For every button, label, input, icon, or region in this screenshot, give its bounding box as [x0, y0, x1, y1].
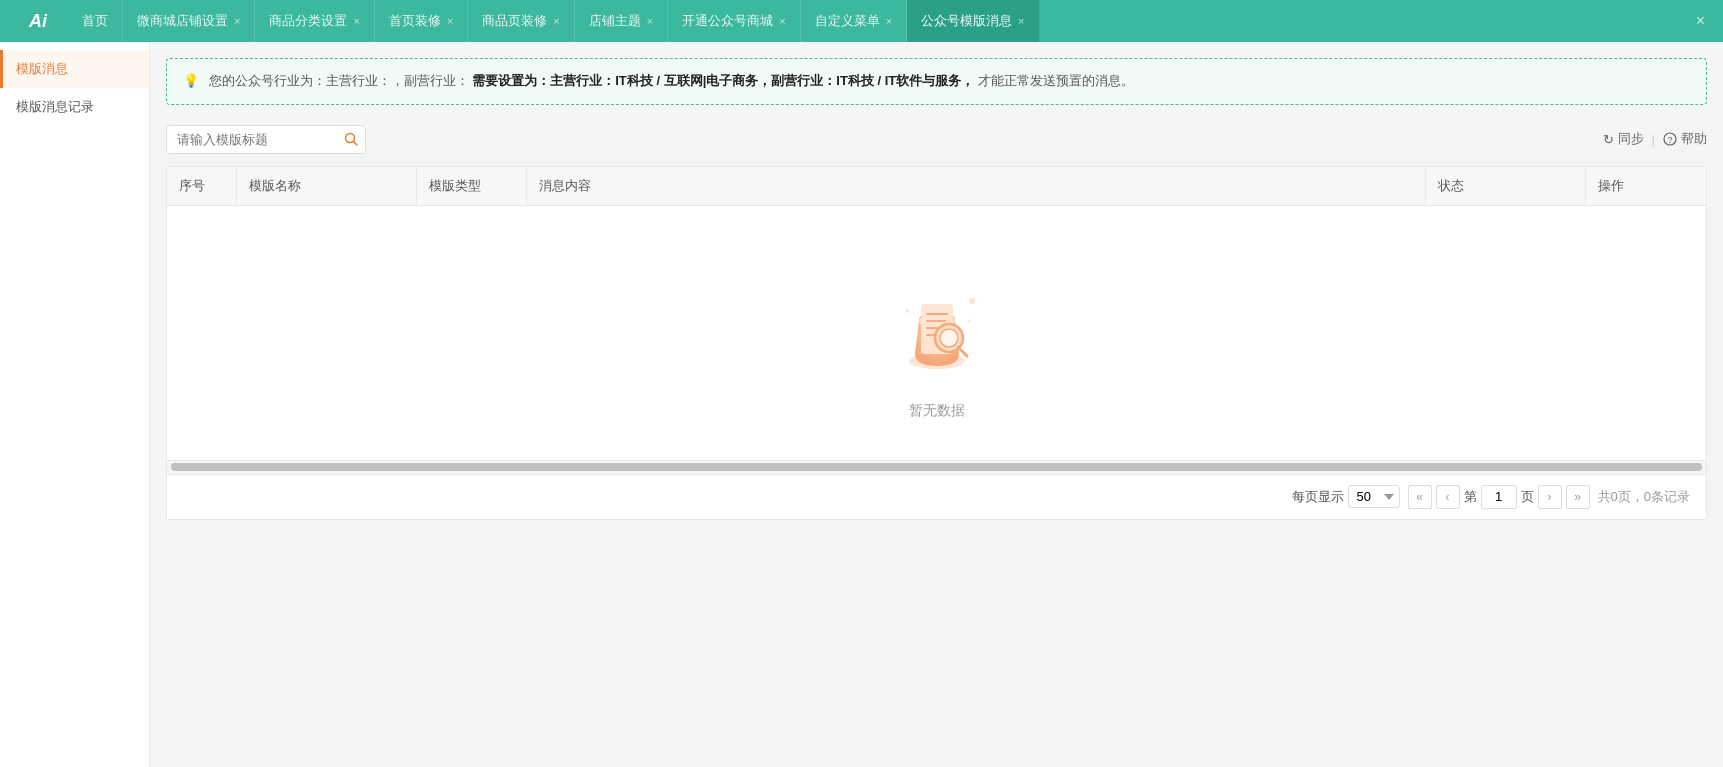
page-nav: « ‹ 第 页 › » — [1408, 485, 1590, 509]
main-layout: 模版消息模版消息记录 💡 您的公众号行业为：主营行业：，副营行业： 需要设置为：… — [0, 42, 1723, 767]
table-col-模版名称: 模版名称 — [237, 167, 417, 205]
table-col-序号: 序号 — [167, 167, 237, 205]
search-input-wrap — [166, 125, 366, 154]
first-page-button[interactable]: « — [1408, 485, 1432, 509]
notice-box: 💡 您的公众号行业为：主营行业：，副营行业： 需要设置为：主营行业：IT科技 /… — [166, 58, 1707, 105]
next-page-button[interactable]: › — [1538, 485, 1562, 509]
notice-suffix: 才能正常发送预置的消息。 — [978, 73, 1134, 88]
help-icon: ? — [1663, 132, 1677, 146]
scrollbar-thumb[interactable] — [171, 463, 1702, 471]
toolbar-divider: | — [1652, 132, 1655, 147]
svg-point-17 — [967, 319, 971, 323]
tab-close-自定义菜单[interactable]: × — [886, 15, 892, 27]
tab-close-店铺主题[interactable]: × — [647, 15, 653, 27]
sidebar: 模版消息模版消息记录 — [0, 42, 150, 767]
table-col-状态: 状态 — [1426, 167, 1586, 205]
main-content: 💡 您的公众号行业为：主营行业：，副营行业： 需要设置为：主营行业：IT科技 /… — [150, 42, 1723, 767]
sync-button[interactable]: ↻ 同步 — [1603, 130, 1644, 148]
sync-label: 同步 — [1618, 130, 1644, 148]
page-suffix: 页 — [1521, 488, 1534, 506]
logo: Ai — [8, 0, 68, 42]
table-header: 序号模版名称模版类型消息内容状态操作 — [167, 167, 1706, 206]
nav-tab-公众号模版消息[interactable]: 公众号模版消息× — [907, 0, 1039, 42]
svg-line-14 — [958, 347, 967, 356]
tab-close-公众号模版消息[interactable]: × — [1018, 15, 1024, 27]
table-wrap: 序号模版名称模版类型消息内容状态操作 — [166, 166, 1707, 520]
nav-tab-首页[interactable]: 首页 — [68, 0, 123, 42]
nav-tab-商品分类设置[interactable]: 商品分类设置× — [255, 0, 374, 42]
nav-tabs: 首页微商城店铺设置×商品分类设置×首页装修×商品页装修×店铺主题×开通公众号商城… — [68, 0, 1686, 42]
close-all-button[interactable]: × — [1686, 12, 1715, 30]
total-info: 共0页，0条记录 — [1598, 488, 1690, 506]
search-left — [166, 125, 366, 154]
notice-prefix: 您的公众号行业为：主营行业：，副营行业： — [209, 73, 469, 88]
scrollbar-row[interactable] — [167, 460, 1706, 474]
page-label: 第 — [1464, 488, 1477, 506]
svg-point-15 — [969, 298, 975, 304]
page-size-select: 每页显示 102050100 — [1292, 485, 1400, 508]
svg-text:?: ? — [1667, 135, 1672, 145]
pagination: 每页显示 102050100 « ‹ 第 页 › » 共0页，0条记录 — [167, 474, 1706, 519]
tab-close-开通公众号商城[interactable]: × — [779, 15, 785, 27]
nav-tab-商品页装修[interactable]: 商品页装修× — [468, 0, 574, 42]
tab-close-首页装修[interactable]: × — [447, 15, 453, 27]
empty-text: 暂无数据 — [909, 402, 965, 420]
tab-close-商品分类设置[interactable]: × — [353, 15, 359, 27]
table-col-消息内容: 消息内容 — [527, 167, 1426, 205]
search-icon — [344, 132, 358, 146]
nav-tab-首页装修[interactable]: 首页装修× — [375, 0, 468, 42]
svg-point-16 — [905, 309, 909, 313]
scrollbar-track[interactable] — [171, 463, 1702, 471]
notice-highlight: 需要设置为：主营行业：IT科技 / 互联网|电子商务，副营行业：IT科技 / I… — [472, 73, 974, 88]
search-button[interactable] — [344, 132, 358, 146]
prev-page-button[interactable]: ‹ — [1436, 485, 1460, 509]
search-bar: ↻ 同步 | ? 帮助 — [166, 125, 1707, 154]
svg-line-1 — [354, 142, 358, 146]
nav-tab-店铺主题[interactable]: 店铺主题× — [575, 0, 668, 42]
sync-icon: ↻ — [1603, 132, 1614, 147]
page-size-label: 每页显示 — [1292, 488, 1344, 506]
help-label: 帮助 — [1681, 130, 1707, 148]
page-size-dropdown[interactable]: 102050100 — [1348, 485, 1400, 508]
page-input[interactable] — [1481, 485, 1517, 509]
empty-icon — [877, 266, 997, 386]
search-right: ↻ 同步 | ? 帮助 — [1603, 130, 1707, 148]
notice-icon: 💡 — [183, 73, 199, 88]
nav-tab-自定义菜单[interactable]: 自定义菜单× — [801, 0, 907, 42]
nav-tab-开通公众号商城[interactable]: 开通公众号商城× — [668, 0, 800, 42]
logo-text: Ai — [29, 11, 47, 32]
tab-close-商品页装修[interactable]: × — [553, 15, 559, 27]
top-nav: Ai 首页微商城店铺设置×商品分类设置×首页装修×商品页装修×店铺主题×开通公众… — [0, 0, 1723, 42]
tab-close-微商城店铺设置[interactable]: × — [234, 15, 240, 27]
last-page-button[interactable]: » — [1566, 485, 1590, 509]
sidebar-item-模版消息记录[interactable]: 模版消息记录 — [0, 88, 149, 126]
help-button[interactable]: ? 帮助 — [1663, 130, 1707, 148]
nav-tab-微商城店铺设置[interactable]: 微商城店铺设置× — [123, 0, 255, 42]
table-col-模版类型: 模版类型 — [417, 167, 527, 205]
search-input[interactable] — [166, 125, 366, 154]
sidebar-item-模版消息[interactable]: 模版消息 — [0, 50, 149, 88]
empty-state: 暂无数据 — [167, 206, 1706, 460]
table-col-操作: 操作 — [1586, 167, 1706, 205]
